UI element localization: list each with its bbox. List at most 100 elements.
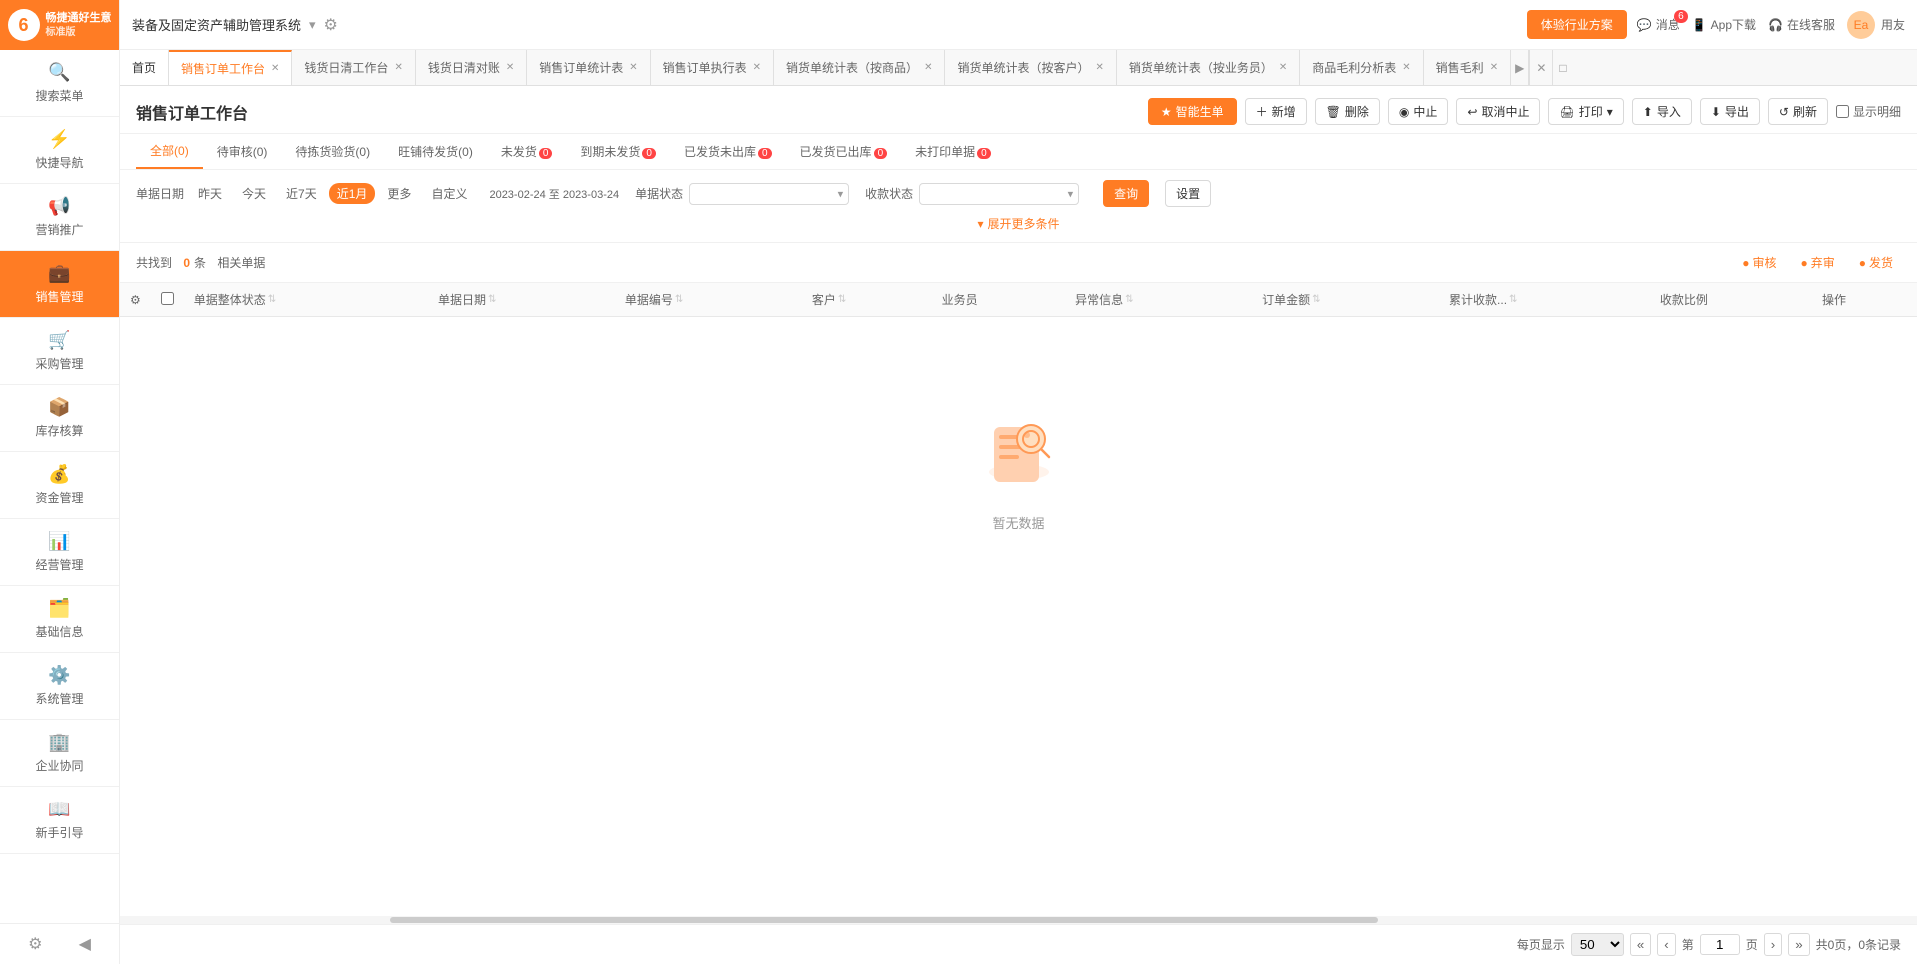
next-page-button[interactable]: ›	[1764, 933, 1782, 956]
import-button[interactable]: ⬆ 导入	[1632, 98, 1692, 125]
date-btn-yesterday[interactable]: 昨天	[190, 183, 230, 204]
sub-tab-unshipped[interactable]: 未发货0	[487, 135, 567, 168]
cancel-audit-button[interactable]: ● 弃审	[1792, 251, 1842, 274]
tab-cash-reconcile[interactable]: 钱货日清对账 ✕	[416, 50, 527, 86]
tab-gross-profit[interactable]: 商品毛利分析表 ✕	[1300, 50, 1423, 86]
sidebar-item-basic[interactable]: 🗂️ 基础信息	[0, 586, 119, 653]
sort-icon[interactable]: ⇅	[268, 294, 276, 305]
refresh-button[interactable]: ↺ 刷新	[1768, 98, 1828, 125]
sub-tab-overdue-unshipped[interactable]: 到期未发货0	[566, 135, 670, 168]
filter-payment-select[interactable]	[919, 183, 1079, 205]
filter-status-select[interactable]	[689, 183, 849, 205]
tab-sales-gross[interactable]: 销售毛利 ✕	[1424, 50, 1511, 86]
tab-close-all-button[interactable]: ✕	[1529, 50, 1552, 86]
prev-page-button[interactable]: ‹	[1657, 933, 1675, 956]
tab-sales-stats[interactable]: 销售订单统计表 ✕	[527, 50, 650, 86]
collapse-button[interactable]: ◀	[79, 934, 91, 954]
tab-close-icon[interactable]: ✕	[1402, 62, 1410, 73]
sort-icon[interactable]: ⇅	[1125, 294, 1133, 305]
add-button[interactable]: ＋ 新增	[1245, 98, 1307, 125]
tab-close-icon[interactable]: ✕	[1095, 62, 1103, 73]
sidebar-item-operation[interactable]: 📊 经营管理	[0, 519, 119, 586]
trash-icon: 🗑	[1326, 105, 1341, 119]
sub-tab-shipped-not-out[interactable]: 已发货未出库0	[670, 135, 786, 168]
export-button[interactable]: ⬇ 导出	[1700, 98, 1760, 125]
sort-icon[interactable]: ⇅	[1312, 294, 1320, 305]
tab-cash-daily[interactable]: 钱货日清工作台 ✕	[292, 50, 415, 86]
expand-filter-button[interactable]: ▾ 展开更多条件	[977, 215, 1059, 232]
user-menu-button[interactable]: Ea 用友	[1847, 11, 1905, 39]
tab-sales-unified-staff[interactable]: 销货单统计表（按业务员） ✕	[1117, 50, 1300, 86]
last-page-button[interactable]: »	[1788, 933, 1809, 956]
sort-icon[interactable]: ⇅	[1509, 294, 1517, 305]
query-button[interactable]: 查询	[1103, 180, 1149, 207]
sub-tab-shipped-out[interactable]: 已发货已出库0	[786, 135, 902, 168]
app-download-button[interactable]: 📱 App下载	[1692, 16, 1756, 33]
topbar-dropdown-icon[interactable]: ▾	[309, 17, 316, 33]
date-btn-custom[interactable]: 自定义	[423, 183, 475, 204]
scrollbar-thumb[interactable]	[390, 917, 1378, 923]
tab-sales-order-workspace[interactable]: 销售订单工作台 ✕	[169, 50, 292, 86]
page-size-select[interactable]: 50 20 100	[1571, 933, 1624, 956]
page-number-input[interactable]	[1700, 934, 1740, 955]
col-checkbox[interactable]	[151, 283, 184, 317]
date-btn-more[interactable]: 更多	[379, 183, 419, 204]
page-size-label: 每页显示	[1517, 936, 1565, 953]
sidebar-item-label: 营销推广	[35, 221, 83, 238]
tab-sales-unified-customer[interactable]: 销货单统计表（按客户） ✕	[945, 50, 1116, 86]
tab-sales-unified-product[interactable]: 销货单统计表（按商品） ✕	[774, 50, 945, 86]
topbar-settings-icon[interactable]: ⚙	[324, 15, 338, 35]
suspend-button[interactable]: ◉ 中止	[1388, 98, 1449, 125]
ship-button[interactable]: ● 发货	[1851, 251, 1901, 274]
industry-solution-button[interactable]: 体验行业方案	[1527, 10, 1627, 39]
sidebar-item-quick-nav[interactable]: ⚡ 快捷导航	[0, 117, 119, 184]
tab-close-icon[interactable]: ✕	[394, 62, 402, 73]
horizontal-scrollbar[interactable]	[120, 916, 1917, 924]
print-button[interactable]: 🖨 打印 ▾	[1548, 98, 1623, 125]
first-page-button[interactable]: «	[1630, 933, 1651, 956]
sidebar-item-system[interactable]: ⚙️ 系统管理	[0, 653, 119, 720]
show-detail-checkbox[interactable]	[1836, 105, 1849, 118]
sidebar-item-marketing[interactable]: 📢 营销推广	[0, 184, 119, 251]
tab-sales-exec[interactable]: 销售订单执行表 ✕	[651, 50, 774, 86]
message-button[interactable]: 💬 消息 6	[1637, 16, 1680, 33]
sort-icon[interactable]: ⇅	[838, 294, 846, 305]
tab-close-icon[interactable]: ✕	[1279, 62, 1287, 73]
sub-tab-unprinted[interactable]: 未打印单据0	[901, 135, 1005, 168]
date-btn-7days[interactable]: 近7天	[278, 183, 325, 204]
online-service-button[interactable]: 🎧 在线客服	[1768, 16, 1835, 33]
sidebar-item-inventory[interactable]: 📦 库存核算	[0, 385, 119, 452]
sub-tab-wangpu-ship[interactable]: 旺铺待发货(0)	[384, 135, 487, 168]
delete-button[interactable]: 🗑 删除	[1315, 98, 1380, 125]
audit-button[interactable]: ● 审核	[1734, 251, 1784, 274]
tab-maximize-button[interactable]: □	[1552, 50, 1572, 86]
sub-tab-all[interactable]: 全部(0)	[136, 134, 203, 169]
sidebar-item-enterprise[interactable]: 🏢 企业协同	[0, 720, 119, 787]
sub-tab-pending-inspect[interactable]: 待拣货验货(0)	[281, 135, 384, 168]
col-settings[interactable]: ⚙	[120, 283, 151, 317]
sub-tab-pending-review[interactable]: 待审核(0)	[203, 135, 282, 168]
sidebar-item-purchase[interactable]: 🛒 采购管理	[0, 318, 119, 385]
tab-close-icon[interactable]: ✕	[924, 62, 932, 73]
select-all-checkbox[interactable]	[161, 292, 174, 305]
settings-button[interactable]: 设置	[1165, 180, 1211, 207]
tab-close-icon[interactable]: ✕	[753, 62, 761, 73]
date-btn-1month[interactable]: 近1月	[329, 183, 376, 204]
tab-more-button[interactable]: ▶	[1511, 50, 1529, 86]
settings-bottom-button[interactable]: ⚙	[28, 934, 42, 954]
tab-close-icon[interactable]: ✕	[506, 62, 514, 73]
date-btn-today[interactable]: 今天	[234, 183, 274, 204]
smart-create-button[interactable]: ★ 智能生单	[1148, 98, 1237, 125]
sidebar-item-search[interactable]: 🔍 搜索菜单	[0, 50, 119, 117]
tab-home[interactable]: 首页	[120, 50, 169, 86]
tab-close-icon[interactable]: ✕	[271, 63, 279, 74]
tab-close-icon[interactable]: ✕	[1490, 62, 1498, 73]
sort-icon[interactable]: ⇅	[488, 294, 496, 305]
tab-close-icon[interactable]: ✕	[629, 62, 637, 73]
show-detail-label[interactable]: 显示明细	[1836, 103, 1901, 120]
sidebar-item-guide[interactable]: 📖 新手引导	[0, 787, 119, 854]
sort-icon[interactable]: ⇅	[675, 294, 683, 305]
cancel-suspend-button[interactable]: ↩ 取消中止	[1456, 98, 1540, 125]
sidebar-item-sales[interactable]: 💼 销售管理	[0, 251, 119, 318]
sidebar-item-finance[interactable]: 💰 资金管理	[0, 452, 119, 519]
